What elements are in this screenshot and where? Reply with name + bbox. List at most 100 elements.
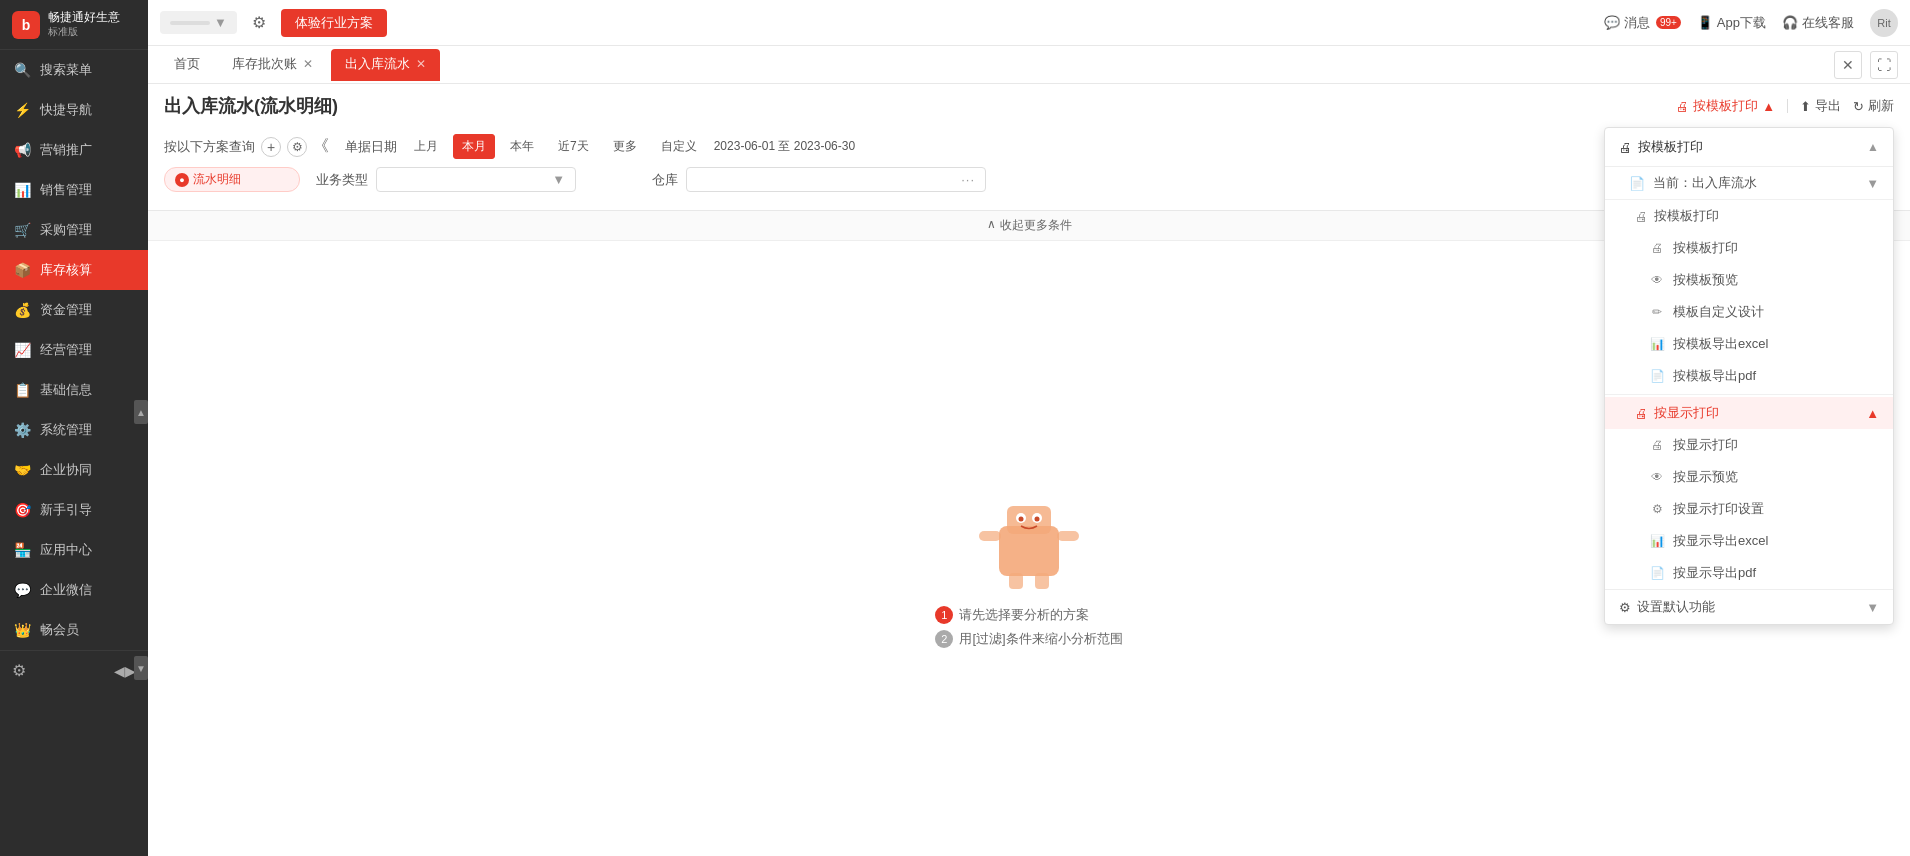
- sidebar-item-finance[interactable]: 💰 资金管理: [0, 290, 148, 330]
- filter-tag-flow[interactable]: ● 流水明细: [164, 167, 300, 192]
- date-btn-custom[interactable]: 自定义: [652, 134, 706, 159]
- svg-rect-9: [1035, 573, 1049, 589]
- filter-setting-btn[interactable]: ⚙: [287, 137, 307, 157]
- sidebar-item-wechat[interactable]: 💬 企业微信: [0, 570, 148, 610]
- printer-icon-panel: 🖨: [1619, 140, 1632, 155]
- panel-item-template-pdf[interactable]: 📄 按模板导出pdf: [1605, 360, 1893, 392]
- panel-item-display-settings[interactable]: ⚙ 按显示打印设置: [1605, 493, 1893, 525]
- preview-icon-1: 👁: [1649, 272, 1665, 288]
- tab-batch[interactable]: 库存批次账 ✕: [218, 49, 327, 81]
- panel-current-item[interactable]: 📄 当前：出入库流水 ▼: [1605, 167, 1893, 200]
- date-btn-this-year[interactable]: 本年: [501, 134, 543, 159]
- tab-flow-close[interactable]: ✕: [416, 57, 426, 71]
- company-selector[interactable]: ▼: [160, 11, 237, 34]
- hint-item-2: 2 用[过滤]条件来缩小分析范围: [935, 630, 1122, 648]
- date-filter-buttons: 上月 本月 本年 近7天 更多 自定义: [405, 134, 706, 159]
- print-dropdown-panel: 🖨 按模板打印 ▲ 📄 当前：出入库流水 ▼ 🖨: [1604, 127, 1894, 625]
- trending-icon: 📈: [12, 340, 32, 360]
- tab-batch-close[interactable]: ✕: [303, 57, 313, 71]
- sidebar-item-collab[interactable]: 🤝 企业协同: [0, 450, 148, 490]
- display-print-section-icon: 🖨: [1635, 406, 1648, 421]
- section-template-print[interactable]: 🖨 按模板打印: [1605, 200, 1893, 232]
- handshake-icon: 🤝: [12, 460, 32, 480]
- sidebar-item-system[interactable]: ⚙️ 系统管理: [0, 410, 148, 450]
- date-btn-last-month[interactable]: 上月: [405, 134, 447, 159]
- sidebar-item-guide[interactable]: 🎯 新手引导: [0, 490, 148, 530]
- sidebar-item-sales[interactable]: 📊 销售管理: [0, 170, 148, 210]
- date-label: 单据日期: [345, 138, 397, 156]
- pdf-icon-2: 📄: [1649, 565, 1665, 581]
- logo-sub: 标准版: [48, 25, 120, 39]
- panel-item-display-preview[interactable]: 👁 按显示预览: [1605, 461, 1893, 493]
- date-btn-this-month[interactable]: 本月: [453, 134, 495, 159]
- settings-icon-2: ⚙: [1649, 501, 1665, 517]
- tab-flow[interactable]: 出入库流水 ✕: [331, 49, 440, 81]
- refresh-btn[interactable]: ↻ 刷新: [1853, 97, 1894, 115]
- template-print-btn[interactable]: 🖨 按模板打印 ▲: [1676, 97, 1775, 115]
- panel-expand-icon[interactable]: ▲: [1867, 140, 1879, 154]
- sidebar-collapse-btn[interactable]: ◀▶: [114, 663, 136, 679]
- page-actions: 🖨 按模板打印 ▲ ⬆ 导出 ↻ 刷新 🖨: [1676, 97, 1894, 115]
- svg-point-4: [1019, 517, 1024, 522]
- export-btn[interactable]: ⬆ 导出: [1800, 97, 1841, 115]
- business-type-arrow: ▼: [552, 172, 565, 187]
- filter-add-btn[interactable]: +: [261, 137, 281, 157]
- money-icon: 💰: [12, 300, 32, 320]
- chevron-up-icon: ▲: [1762, 99, 1775, 114]
- sidebar-item-marketing[interactable]: 📢 营销推广: [0, 130, 148, 170]
- search-icon: 🔍: [12, 60, 32, 80]
- template-print-section-icon: 🖨: [1635, 209, 1648, 224]
- excel-icon-2: 📊: [1649, 533, 1665, 549]
- sidebar-item-appstore[interactable]: 🏪 应用中心: [0, 530, 148, 570]
- filter-collapse-btn[interactable]: 《: [313, 136, 329, 157]
- sidebar-item-basic[interactable]: 📋 基础信息: [0, 370, 148, 410]
- panel-item-template-excel[interactable]: 📊 按模板导出excel: [1605, 328, 1893, 360]
- sidebar-settings-btn[interactable]: ⚙: [12, 661, 26, 680]
- app-download-btn[interactable]: 📱 App下载: [1697, 14, 1766, 32]
- company-name: [170, 21, 210, 25]
- business-type-dropdown[interactable]: ▼: [376, 167, 576, 192]
- tab-home[interactable]: 首页: [160, 49, 214, 81]
- settings-btn[interactable]: ⚙: [245, 9, 273, 37]
- message-badge: 99+: [1656, 16, 1681, 29]
- warehouse-dropdown[interactable]: ···: [686, 167, 986, 192]
- business-type-area: 业务类型 ▼: [316, 167, 576, 192]
- panel-item-display-excel[interactable]: 📊 按显示导出excel: [1605, 525, 1893, 557]
- page-header-row: 出入库流水(流水明细) 🖨 按模板打印 ▲ ⬆ 导出 ↻ 刷新: [148, 84, 1910, 124]
- headset-icon: 🎧: [1782, 15, 1798, 30]
- panel-item-display-pdf[interactable]: 📄 按显示导出pdf: [1605, 557, 1893, 589]
- message-btn[interactable]: 💬 消息 99+: [1604, 14, 1681, 32]
- hint-num-1: 1: [935, 606, 953, 624]
- crown-icon: 👑: [12, 620, 32, 640]
- sidebar-scroll-down[interactable]: ▼: [134, 656, 148, 680]
- current-dropdown-icon: ▼: [1866, 176, 1879, 191]
- window-maximize-btn[interactable]: ⛶: [1870, 51, 1898, 79]
- panel-item-display-print[interactable]: 🖨 按显示打印: [1605, 429, 1893, 461]
- section-display-print[interactable]: 🖨 按显示打印 ▲: [1605, 397, 1893, 429]
- sidebar-item-search[interactable]: 🔍 搜索菜单: [0, 50, 148, 90]
- cart-icon: 🛒: [12, 220, 32, 240]
- sidebar-item-purchase[interactable]: 🛒 采购管理: [0, 210, 148, 250]
- sidebar-item-vip[interactable]: 👑 畅会员: [0, 610, 148, 650]
- sidebar-item-inventory[interactable]: 📦 库存核算: [0, 250, 148, 290]
- sidebar-scroll-up[interactable]: ▲: [134, 400, 148, 424]
- preview-icon-2: 👁: [1649, 469, 1665, 485]
- sidebar-item-quick-nav[interactable]: ⚡ 快捷导航: [0, 90, 148, 130]
- user-avatar[interactable]: Rit: [1870, 9, 1898, 37]
- panel-item-template-print[interactable]: 🖨 按模板打印: [1605, 232, 1893, 264]
- svg-rect-7: [1057, 531, 1079, 541]
- industry-solution-btn[interactable]: 体验行业方案: [281, 9, 387, 37]
- date-btn-7days[interactable]: 近7天: [549, 134, 598, 159]
- online-service-btn[interactable]: 🎧 在线客服: [1782, 14, 1854, 32]
- sidebar-item-ops[interactable]: 📈 经营管理: [0, 330, 148, 370]
- panel-item-template-preview[interactable]: 👁 按模板预览: [1605, 264, 1893, 296]
- date-btn-more[interactable]: 更多: [604, 134, 646, 159]
- svg-rect-1: [1007, 506, 1051, 534]
- divider-1: [1787, 99, 1788, 113]
- current-item-icon: 📄: [1629, 176, 1645, 191]
- window-close-btn[interactable]: ✕: [1834, 51, 1862, 79]
- excel-icon-1: 📊: [1649, 336, 1665, 352]
- header-left: ▼ ⚙ 体验行业方案: [160, 9, 387, 37]
- panel-footer-settings[interactable]: ⚙ 设置默认功能 ▼: [1605, 589, 1893, 624]
- panel-item-template-custom[interactable]: ✏ 模板自定义设计: [1605, 296, 1893, 328]
